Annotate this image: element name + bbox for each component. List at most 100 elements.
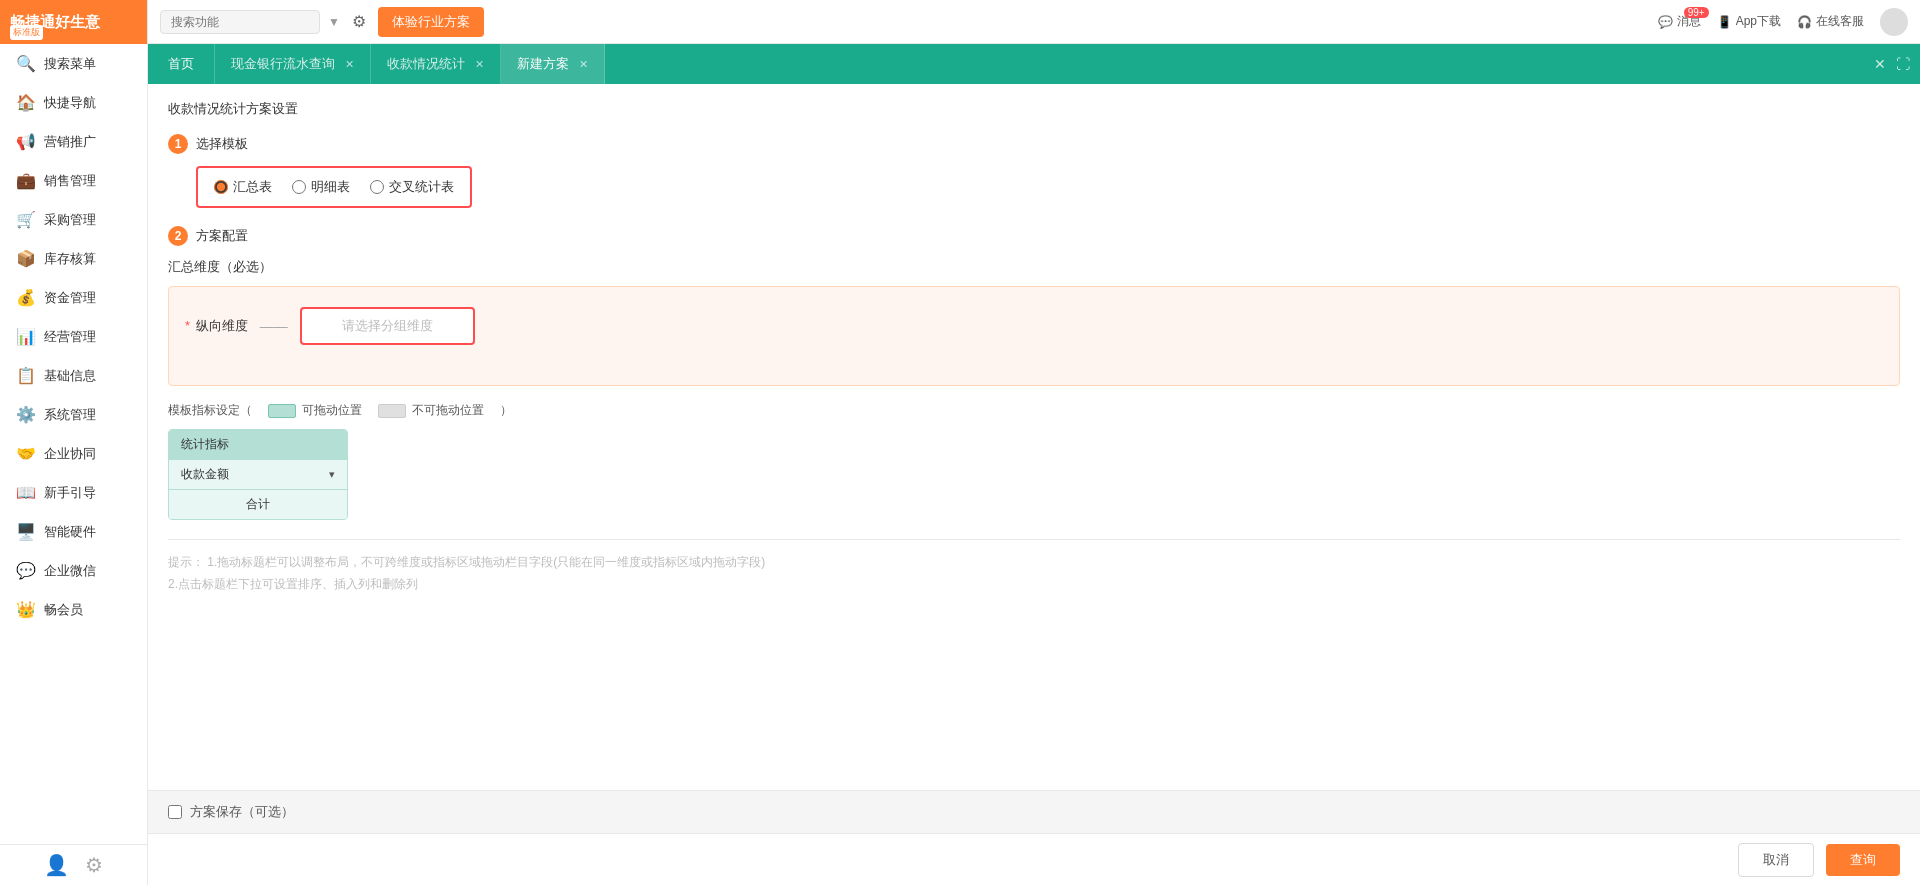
tabbar-right-controls: ✕ ⛶ xyxy=(1874,56,1920,72)
sidebar-item-search[interactable]: 🔍 搜索菜单 xyxy=(0,44,147,83)
tab-label: 首页 xyxy=(168,55,194,73)
cancel-button[interactable]: 取消 xyxy=(1738,843,1814,877)
sidebar-item-wechat[interactable]: 💬 企业微信 xyxy=(0,551,147,590)
tab-close-icon[interactable]: ✕ xyxy=(345,58,354,71)
tab-new-plan[interactable]: 新建方案 ✕ xyxy=(501,44,605,84)
management-icon: 📊 xyxy=(16,327,36,346)
trial-button[interactable]: 体验行业方案 xyxy=(378,7,484,37)
metrics-amount-row[interactable]: 收款金额 ▾ xyxy=(169,459,347,489)
sidebar-item-label: 企业微信 xyxy=(44,562,96,580)
metrics-dropdown-icon[interactable]: ▾ xyxy=(329,468,335,481)
sidebar-bottom: 👤 ⚙ xyxy=(0,844,147,885)
sales-icon: 💼 xyxy=(16,171,36,190)
tabbar: 首页 现金银行流水查询 ✕ 收款情况统计 ✕ 新建方案 ✕ ✕ ⛶ xyxy=(148,44,1920,84)
dimension-required-mark: * 纵向维度 xyxy=(185,317,248,335)
tab-receipts[interactable]: 收款情况统计 ✕ xyxy=(371,44,501,84)
step2-number: 2 xyxy=(168,226,188,246)
user-avatar[interactable] xyxy=(1880,8,1908,36)
purchase-icon: 🛒 xyxy=(16,210,36,229)
radio-summary-input[interactable] xyxy=(214,180,228,194)
radio-summary-label: 汇总表 xyxy=(233,178,272,196)
save-checkbox[interactable] xyxy=(168,805,182,819)
main-area: ▼ ⚙ 体验行业方案 💬 消息 99+ 📱 App下载 🎧 在线客服 首页 xyxy=(148,0,1920,885)
tab-cash-bank[interactable]: 现金银行流水查询 ✕ xyxy=(215,44,371,84)
notification-item[interactable]: 💬 消息 99+ xyxy=(1658,13,1701,30)
sidebar-item-system[interactable]: ⚙️ 系统管理 xyxy=(0,395,147,434)
metrics-header: 统计指标 xyxy=(169,430,347,459)
dimension-select-box[interactable]: 请选择分组维度 xyxy=(300,307,475,345)
radio-cross[interactable]: 交叉统计表 xyxy=(370,178,454,196)
content-area: 收款情况统计方案设置 1 选择模板 汇总表 明细表 xyxy=(148,84,1920,833)
radio-detail-label: 明细表 xyxy=(311,178,350,196)
marketing-icon: 📢 xyxy=(16,132,36,151)
gear-icon[interactable]: ⚙ xyxy=(352,12,366,31)
collaboration-icon: 🤝 xyxy=(16,444,36,463)
finance-icon: 💰 xyxy=(16,288,36,307)
sidebar-settings-icon[interactable]: ⚙ xyxy=(85,853,103,877)
page-title: 收款情况统计方案设置 xyxy=(168,100,1900,118)
save-label: 方案保存（可选） xyxy=(190,803,294,821)
sidebar-logo-badge: 标准版 xyxy=(10,25,43,40)
sidebar-item-basic-info[interactable]: 📋 基础信息 xyxy=(0,356,147,395)
step1-section: 1 选择模板 汇总表 明细表 xyxy=(168,134,1900,208)
hint-text-1: 提示： 1.拖动标题栏可以调整布局，不可跨维度或指标区域拖动栏目字段(只能在同一… xyxy=(168,552,1900,574)
metrics-settings-label: 模板指标设定（ xyxy=(168,402,252,419)
metrics-table: 统计指标 收款金额 ▾ 合计 xyxy=(168,429,348,520)
notification-badge: 99+ xyxy=(1684,7,1709,18)
download-item[interactable]: 📱 App下载 xyxy=(1717,13,1781,30)
guide-icon: 📖 xyxy=(16,483,36,502)
tab-close-all-icon[interactable]: ✕ xyxy=(1874,56,1886,72)
sidebar-item-label: 经营管理 xyxy=(44,328,96,346)
sidebar-item-label: 采购管理 xyxy=(44,211,96,229)
tab-label: 现金银行流水查询 xyxy=(231,55,335,73)
tab-maximize-icon[interactable]: ⛶ xyxy=(1896,56,1910,72)
service-item[interactable]: 🎧 在线客服 xyxy=(1797,13,1864,30)
sidebar-item-home[interactable]: 🏠 快捷导航 xyxy=(0,83,147,122)
metrics-total-row: 合计 xyxy=(169,489,347,519)
tab-close-icon[interactable]: ✕ xyxy=(579,58,588,71)
save-section: 方案保存（可选） xyxy=(148,790,1920,833)
sidebar-item-member[interactable]: 👑 畅会员 xyxy=(0,590,147,629)
template-radio-group: 汇总表 明细表 交叉统计表 xyxy=(214,178,454,196)
dropdown-arrow-icon[interactable]: ▼ xyxy=(328,15,340,29)
sidebar-item-guide[interactable]: 📖 新手引导 xyxy=(0,473,147,512)
sidebar-item-label: 基础信息 xyxy=(44,367,96,385)
bottom-bar: 取消 查询 xyxy=(148,833,1920,885)
sidebar-item-inventory[interactable]: 📦 库存核算 xyxy=(0,239,147,278)
dimension-title: 汇总维度（必选） xyxy=(168,258,1900,276)
search-icon: 🔍 xyxy=(16,54,36,73)
sidebar-item-sales[interactable]: 💼 销售管理 xyxy=(0,161,147,200)
sidebar-item-marketing[interactable]: 📢 营销推广 xyxy=(0,122,147,161)
sidebar-item-label: 快捷导航 xyxy=(44,94,96,112)
sidebar-user-icon[interactable]: 👤 xyxy=(44,853,69,877)
config-section: 汇总维度（必选） * 纵向维度 —— 请选择分组维度 xyxy=(168,258,1900,595)
not-draggable-legend-item: 不可拖动位置 xyxy=(378,402,484,419)
sidebar-item-label: 资金管理 xyxy=(44,289,96,307)
hint-text-2: 2.点击标题栏下拉可设置排序、插入列和删除列 xyxy=(168,574,1900,596)
sidebar-item-label: 营销推广 xyxy=(44,133,96,151)
radio-detail[interactable]: 明细表 xyxy=(292,178,350,196)
vertical-dim-label: 纵向维度 xyxy=(196,318,248,333)
download-label: App下载 xyxy=(1736,13,1781,30)
radio-detail-input[interactable] xyxy=(292,180,306,194)
hint-section: 提示： 1.拖动标题栏可以调整布局，不可跨维度或指标区域拖动栏目字段(只能在同一… xyxy=(168,539,1900,595)
tab-home[interactable]: 首页 xyxy=(148,44,215,84)
metrics-total-label: 合计 xyxy=(246,497,270,511)
sidebar-item-management[interactable]: 📊 经营管理 xyxy=(0,317,147,356)
sidebar-item-label: 新手引导 xyxy=(44,484,96,502)
sidebar-item-hardware[interactable]: 🖥️ 智能硬件 xyxy=(0,512,147,551)
sidebar-item-purchase[interactable]: 🛒 采购管理 xyxy=(0,200,147,239)
metrics-item-label: 收款金额 xyxy=(181,466,229,483)
service-label: 在线客服 xyxy=(1816,13,1864,30)
sidebar-item-label: 系统管理 xyxy=(44,406,96,424)
sidebar-item-finance[interactable]: 💰 资金管理 xyxy=(0,278,147,317)
member-icon: 👑 xyxy=(16,600,36,619)
radio-summary[interactable]: 汇总表 xyxy=(214,178,272,196)
tab-close-icon[interactable]: ✕ xyxy=(475,58,484,71)
radio-cross-input[interactable] xyxy=(370,180,384,194)
sidebar: 畅捷通好生意 标准版 🔍 搜索菜单 🏠 快捷导航 📢 营销推广 💼 销售管理 🛒… xyxy=(0,0,148,885)
query-button[interactable]: 查询 xyxy=(1826,844,1900,876)
tab-label: 新建方案 xyxy=(517,55,569,73)
search-input[interactable] xyxy=(160,10,320,34)
sidebar-item-collaboration[interactable]: 🤝 企业协同 xyxy=(0,434,147,473)
